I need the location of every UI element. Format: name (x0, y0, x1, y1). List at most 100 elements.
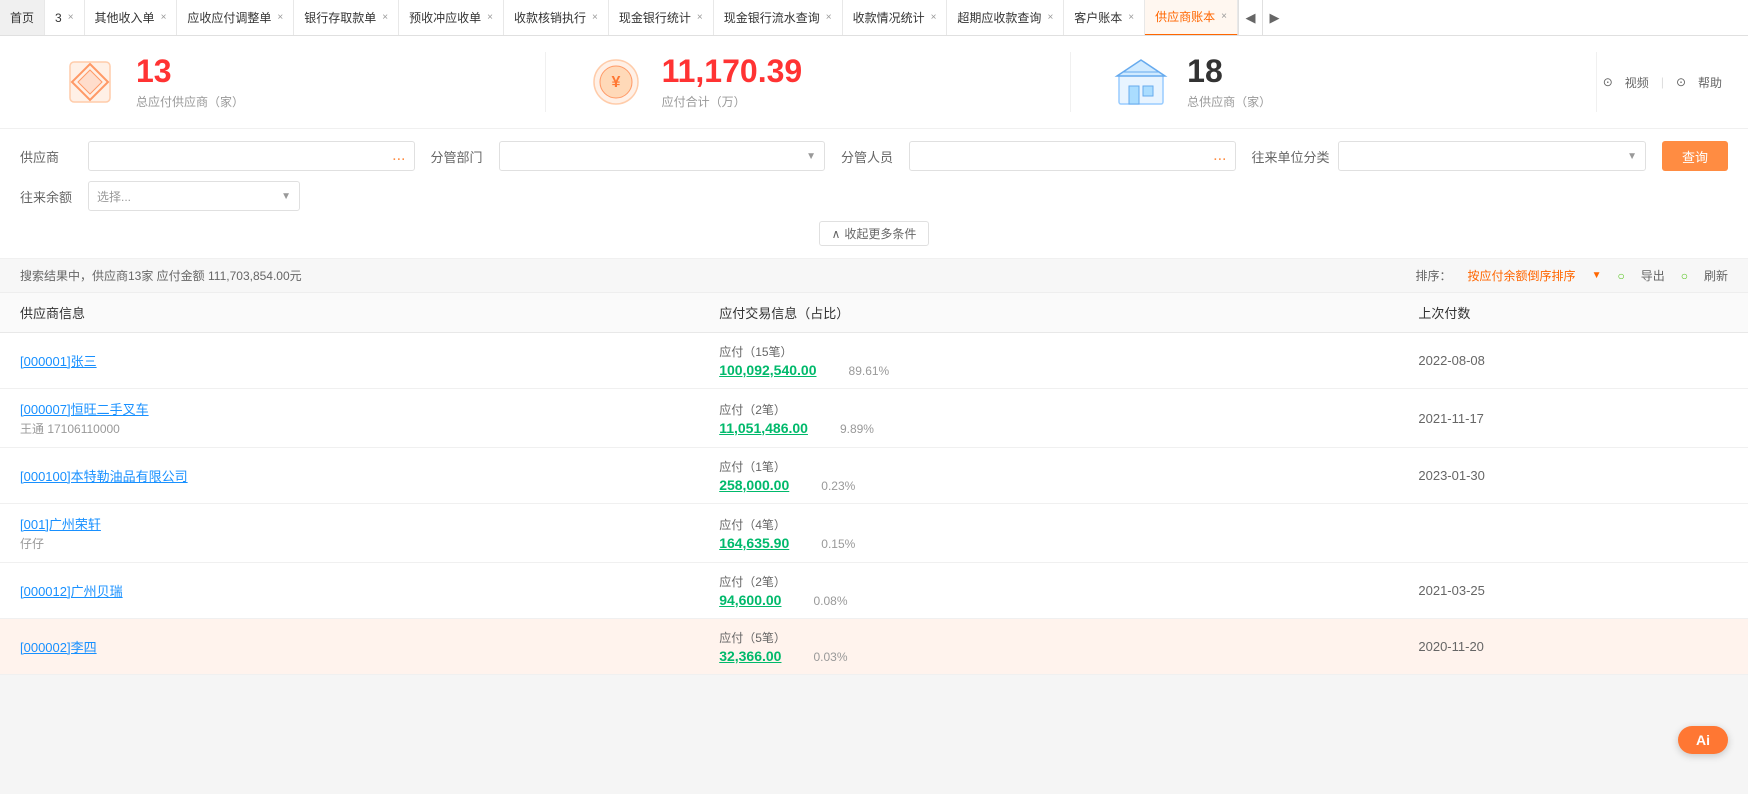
stat-info-1: 13 总应付供应商（家） (136, 54, 244, 110)
nav-tab-cash-stat[interactable]: 现金银行统计 × (609, 0, 714, 36)
close-icon[interactable]: × (697, 12, 703, 23)
td-last-pay-date: 2021-03-25 (1398, 563, 1748, 619)
sort-chevron-icon[interactable]: ▼ (1592, 270, 1602, 281)
nav-tab-other-income[interactable]: 其他收入单 × (85, 0, 178, 36)
nav-tab-overdue[interactable]: 超期应收款查询 × (947, 0, 1064, 36)
video-link[interactable]: 视频 (1625, 74, 1649, 91)
td-last-pay-date: 2022-08-08 (1398, 333, 1748, 389)
filter-label-balance: 往来余额 (20, 187, 80, 206)
pay-percent: 9.89% (824, 422, 874, 436)
close-icon[interactable]: × (382, 12, 388, 23)
nav-tab-ar-ap-label: 应收应付调整单 (187, 9, 271, 26)
pay-amount[interactable]: 164,635.90 (719, 535, 789, 551)
stat-icon-3 (1111, 52, 1171, 112)
sort-value[interactable]: 按应付余额倒序排序 (1468, 267, 1576, 284)
supplier-input[interactable] (97, 149, 392, 163)
pay-count: 应付（15笔） (719, 343, 1378, 360)
close-icon[interactable]: × (1221, 11, 1227, 22)
stat-label-3: 总供应商（家） (1187, 93, 1271, 110)
export-button[interactable]: 导出 (1641, 267, 1665, 284)
collapse-icon: ∧ (832, 227, 841, 241)
person-input[interactable] (918, 149, 1213, 163)
header-right: ⊙ 视频 | ⊙ 帮助 (1597, 74, 1728, 91)
nav-tab-prepay[interactable]: 预收冲应收单 × (399, 0, 504, 36)
td-transaction-info: 应付（4笔） 164,635.90 0.15% (699, 504, 1398, 563)
supplier-name-link[interactable]: [000001]张三 (20, 351, 679, 370)
category-chevron-icon[interactable]: ▼ (1627, 151, 1637, 162)
export-icon: ○ (1617, 269, 1624, 283)
pay-percent: 0.15% (805, 537, 855, 551)
dept-select[interactable]: ▼ (499, 141, 826, 171)
stat-label-1: 总应付供应商（家） (136, 93, 244, 110)
nav-tab-cash-flow-label: 现金银行流水查询 (724, 9, 820, 26)
nav-prev[interactable]: ◀ (1238, 0, 1262, 36)
close-icon[interactable]: × (1128, 12, 1134, 23)
nav-tab-receipt[interactable]: 收款核销执行 × (504, 0, 609, 36)
nav-tab-overdue-label: 超期应收款查询 (957, 9, 1041, 26)
td-last-pay-date: 2021-11-17 (1398, 389, 1748, 448)
pay-percent: 0.03% (797, 650, 847, 664)
nav-tab-3-close[interactable]: × (68, 12, 74, 23)
table-row: [001]广州荣轩仔仔应付（4笔）164,635.900.15% (0, 504, 1748, 563)
close-icon[interactable]: × (277, 12, 283, 23)
filter-label-dept: 分管部门 (431, 147, 491, 166)
stat-number-1: 13 (136, 54, 244, 89)
nav-tab-home[interactable]: 首页 (0, 0, 45, 36)
result-summary: 搜索结果中，供应商13家 应付金额 111,703,854.00元 (20, 267, 302, 284)
nav-tab-bank[interactable]: 银行存取款单 × (294, 0, 399, 36)
dept-chevron-icon[interactable]: ▼ (806, 151, 816, 162)
nav-tab-receipt-label: 收款核销执行 (514, 9, 586, 26)
collapse-button[interactable]: ∧ 收起更多条件 (819, 221, 930, 246)
pay-count: 应付（4笔） (719, 516, 1378, 533)
category-select[interactable]: ▼ (1338, 141, 1646, 171)
pay-amount-row: 258,000.000.23% (719, 475, 1378, 493)
close-icon[interactable]: × (592, 12, 598, 23)
td-transaction-info: 应付（2笔）94,600.000.08% (699, 563, 1398, 619)
table-row: [000007]恒旺二手叉车王通 17106110000应付（2笔）11,051… (0, 389, 1748, 448)
supplier-name-link[interactable]: [000012]广州贝瑞 (20, 581, 679, 600)
query-button[interactable]: 查询 (1662, 141, 1728, 171)
person-input-wrapper[interactable]: ... (909, 141, 1236, 171)
supplier-input-wrapper[interactable]: ... (88, 141, 415, 171)
table-row: [000100]本特勒油品有限公司应付（1笔）258,000.000.23%20… (0, 448, 1748, 504)
collapse-label: 收起更多条件 (844, 225, 916, 242)
person-dots[interactable]: ... (1213, 147, 1226, 165)
close-icon[interactable]: × (826, 12, 832, 23)
close-icon[interactable]: × (487, 12, 493, 23)
nav-tab-customer-label: 客户账本 (1074, 9, 1122, 26)
td-last-pay-date: 2020-11-20 (1398, 619, 1748, 675)
collapse-bar: ∧ 收起更多条件 (20, 221, 1728, 246)
close-icon[interactable]: × (1047, 12, 1053, 23)
supplier-table: 供应商信息 应付交易信息（占比） 上次付数 [000001]张三应付（15笔）1… (0, 293, 1748, 675)
pay-amount[interactable]: 11,051,486.00 (719, 420, 808, 436)
td-last-pay-date: 2023-01-30 (1398, 448, 1748, 504)
supplier-name-link[interactable]: [001]广州荣轩 (20, 514, 679, 533)
nav-tab-customer[interactable]: 客户账本 × (1064, 0, 1145, 36)
help-link[interactable]: 帮助 (1698, 74, 1722, 91)
pay-amount[interactable]: 100,092,540.00 (719, 362, 816, 378)
pay-amount[interactable]: 258,000.00 (719, 477, 789, 493)
pay-amount[interactable]: 32,366.00 (719, 648, 781, 664)
supplier-name-link[interactable]: [000100]本特勒油品有限公司 (20, 466, 679, 485)
td-supplier-info: [000001]张三 (0, 333, 699, 389)
balance-chevron-icon[interactable]: ▼ (281, 191, 291, 202)
nav-tab-supplier[interactable]: 供应商账本 × (1145, 0, 1238, 36)
close-icon[interactable]: × (161, 12, 167, 23)
nav-tab-receipt-stat[interactable]: 收款情况统计 × (843, 0, 948, 36)
nav-tab-prepay-label: 预收冲应收单 (409, 9, 481, 26)
pay-amount[interactable]: 94,600.00 (719, 592, 781, 608)
nav-tab-3[interactable]: 3 × (45, 0, 85, 36)
td-supplier-info: [000100]本特勒油品有限公司 (0, 448, 699, 504)
refresh-button[interactable]: 刷新 (1704, 267, 1728, 284)
nav-tab-cash-flow[interactable]: 现金银行流水查询 × (714, 0, 843, 36)
ai-button[interactable]: Ai (1678, 726, 1728, 754)
supplier-name-link[interactable]: [000002]李四 (20, 637, 679, 656)
nav-next[interactable]: ▶ (1262, 0, 1286, 36)
nav-tab-ar-ap[interactable]: 应收应付调整单 × (177, 0, 294, 36)
close-icon[interactable]: × (931, 12, 937, 23)
filter-item-dept: 分管部门 ▼ (431, 141, 826, 171)
supplier-dots[interactable]: ... (392, 147, 405, 165)
balance-select[interactable]: 选择... ▼ (88, 181, 300, 211)
supplier-name-link[interactable]: [000007]恒旺二手叉车 (20, 399, 679, 418)
filter-item-balance: 往来余额 选择... ▼ (20, 181, 300, 211)
